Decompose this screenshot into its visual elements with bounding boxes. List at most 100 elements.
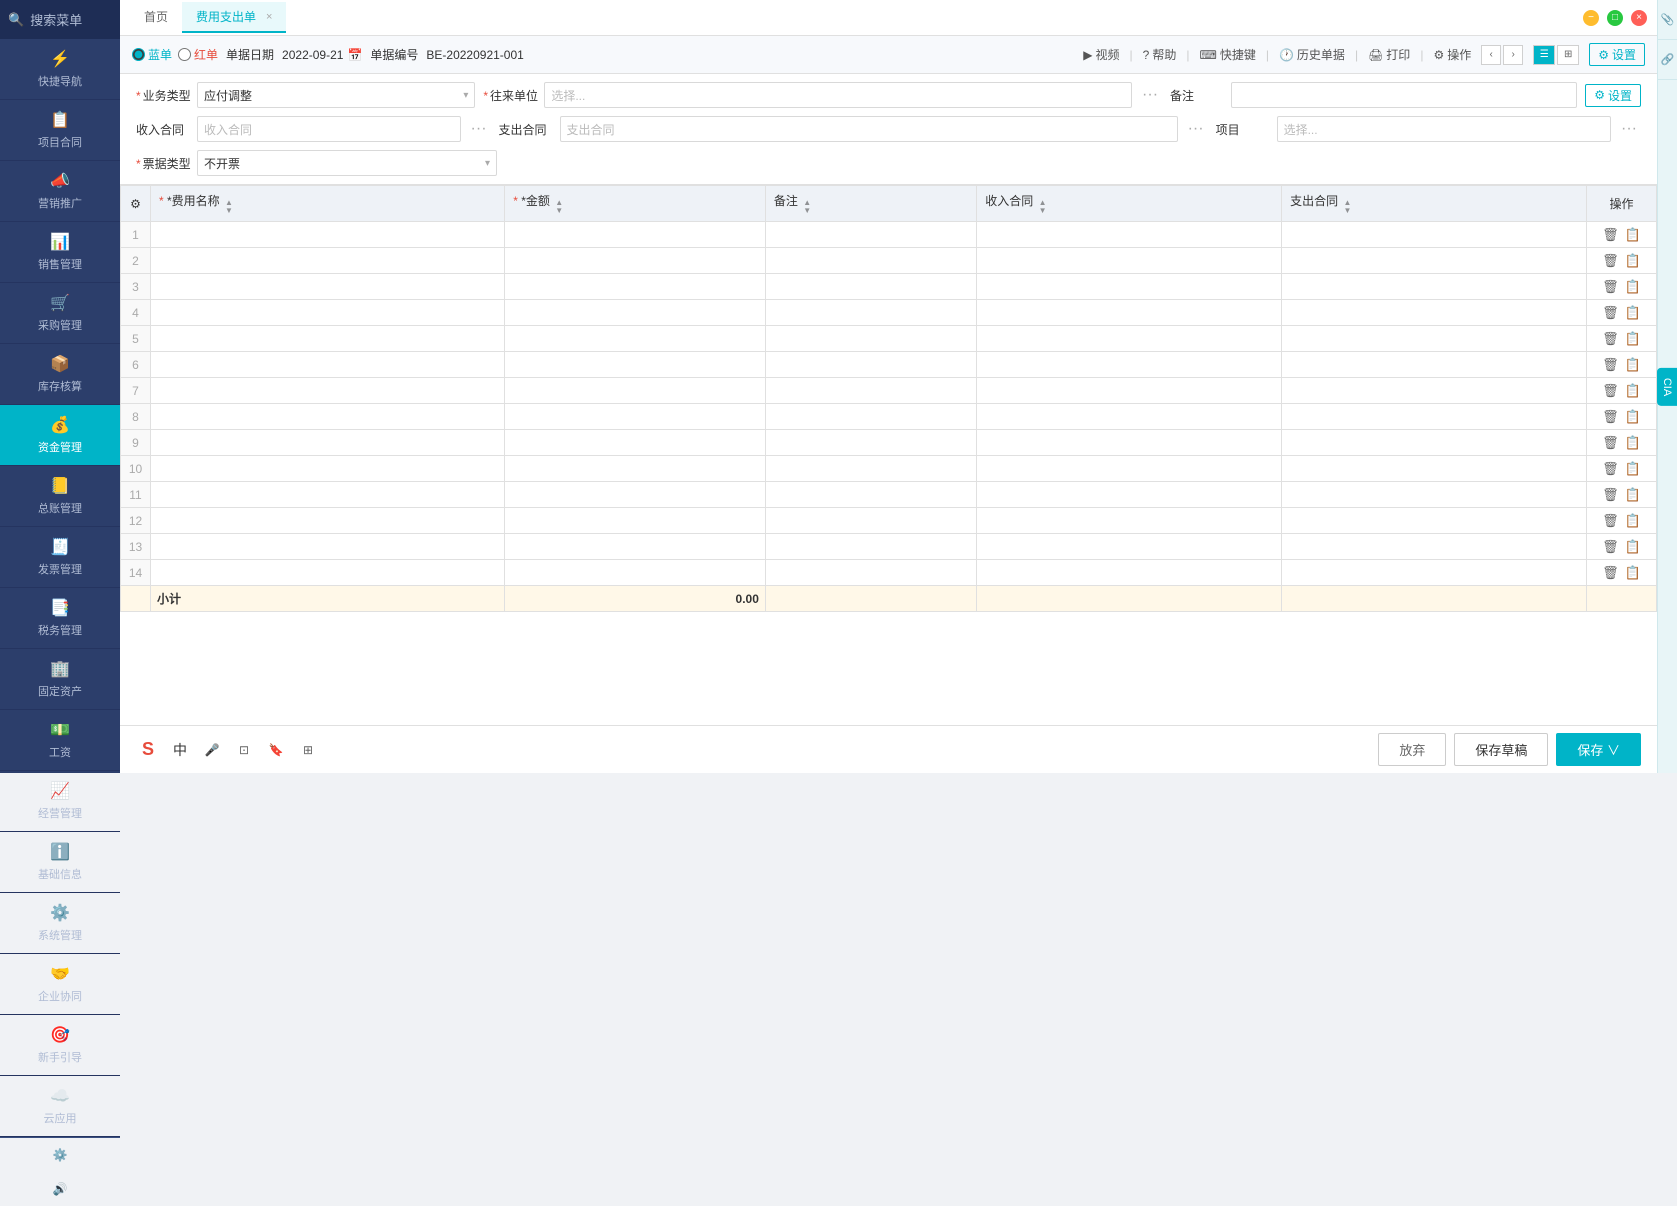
amount-cell[interactable]	[505, 326, 766, 352]
copy-icon[interactable]: 📋	[1625, 513, 1641, 529]
business-type-input[interactable]: 应付调整 ▾	[197, 82, 475, 108]
expense-contract-cell[interactable]	[1282, 378, 1587, 404]
brand-zhong-icon[interactable]: 中	[168, 738, 192, 762]
nav-next-button[interactable]: ›	[1503, 45, 1523, 65]
expense-name-cell[interactable]	[151, 534, 505, 560]
copy-icon[interactable]: 📋	[1625, 409, 1641, 425]
expense-name-cell[interactable]	[151, 326, 505, 352]
amount-cell[interactable]	[505, 482, 766, 508]
copy-icon[interactable]: 📋	[1625, 331, 1641, 347]
amount-cell[interactable]	[505, 378, 766, 404]
remark-cell[interactable]	[765, 222, 976, 248]
remark-cell[interactable]	[765, 560, 976, 586]
expense-contract-more-icon[interactable]: ···	[1184, 120, 1208, 138]
expense-contract-cell[interactable]	[1282, 482, 1587, 508]
brand-mic-icon[interactable]: 🎤	[200, 738, 224, 762]
amount-cell[interactable]	[505, 560, 766, 586]
expense-contract-cell[interactable]	[1282, 404, 1587, 430]
delete-icon[interactable]: 🗑	[1602, 253, 1619, 269]
expense-contract-cell[interactable]	[1282, 430, 1587, 456]
expense-contract-cell[interactable]	[1282, 300, 1587, 326]
remark-cell[interactable]	[765, 534, 976, 560]
income-contract-cell[interactable]	[977, 326, 1282, 352]
income-contract-cell[interactable]	[977, 248, 1282, 274]
expense-name-cell[interactable]	[151, 378, 505, 404]
delete-icon[interactable]: 🗑	[1602, 383, 1619, 399]
expense-name-cell[interactable]	[151, 352, 505, 378]
window-close-button[interactable]: ×	[1631, 10, 1647, 26]
sidebar-bottom-settings[interactable]: ⚙️	[0, 1138, 120, 1172]
delete-icon[interactable]: 🗑	[1602, 357, 1619, 373]
print-button[interactable]: 🖨 打印	[1368, 46, 1410, 63]
floating-tab[interactable]: CIA	[1657, 367, 1677, 405]
remark-cell[interactable]	[765, 482, 976, 508]
sidebar-item-project-contract[interactable]: 📋项目合同	[0, 100, 120, 161]
amount-cell[interactable]	[505, 508, 766, 534]
income-contract-cell[interactable]	[977, 300, 1282, 326]
sidebar-bottom-speaker[interactable]: 🔊	[0, 1172, 120, 1206]
amount-cell[interactable]	[505, 534, 766, 560]
sidebar-item-purchase[interactable]: 🛒采购管理	[0, 283, 120, 344]
income-contract-cell[interactable]	[977, 456, 1282, 482]
income-contract-input[interactable]: 收入合同	[197, 116, 461, 142]
copy-icon[interactable]: 📋	[1625, 565, 1641, 581]
expense-name-cell[interactable]	[151, 456, 505, 482]
delete-icon[interactable]: 🗑	[1602, 565, 1619, 581]
tab-close-icon[interactable]: ×	[266, 11, 272, 23]
sidebar-item-inventory[interactable]: 📦库存核算	[0, 344, 120, 405]
expense-name-cell[interactable]	[151, 560, 505, 586]
right-panel-link[interactable]: 🔗	[1658, 40, 1677, 80]
expense-name-cell[interactable]	[151, 482, 505, 508]
copy-icon[interactable]: 📋	[1625, 279, 1641, 295]
expense-contract-cell[interactable]	[1282, 248, 1587, 274]
income-contract-cell[interactable]	[977, 352, 1282, 378]
shortcuts-button[interactable]: ⌨ 快捷键	[1200, 46, 1256, 63]
amount-cell[interactable]	[505, 248, 766, 274]
sort-expense-name-icon[interactable]: ▲▼	[225, 199, 233, 215]
copy-icon[interactable]: 📋	[1625, 227, 1641, 243]
expense-contract-cell[interactable]	[1282, 560, 1587, 586]
expense-contract-cell[interactable]	[1282, 352, 1587, 378]
remark-cell[interactable]	[765, 352, 976, 378]
window-maximize-button[interactable]: □	[1607, 10, 1623, 26]
brand-screen-icon[interactable]: ⊡	[232, 738, 256, 762]
sidebar-item-marketing[interactable]: 📣营销推广	[0, 161, 120, 222]
sidebar-item-tax[interactable]: 📑税务管理	[0, 588, 120, 649]
income-contract-cell[interactable]	[977, 534, 1282, 560]
delete-icon[interactable]: 🗑	[1602, 331, 1619, 347]
amount-cell[interactable]	[505, 456, 766, 482]
remark-cell[interactable]	[765, 248, 976, 274]
income-contract-cell[interactable]	[977, 222, 1282, 248]
delete-icon[interactable]: 🗑	[1602, 487, 1619, 503]
delete-icon[interactable]: 🗑	[1602, 227, 1619, 243]
sidebar-item-invoice[interactable]: 🧾发票管理	[0, 527, 120, 588]
invoice-type-input[interactable]: 不开票 ▾	[197, 150, 497, 176]
history-button[interactable]: 🕐 历史单据	[1279, 46, 1345, 63]
expense-contract-cell[interactable]	[1282, 456, 1587, 482]
income-contract-cell[interactable]	[977, 560, 1282, 586]
income-contract-cell[interactable]	[977, 430, 1282, 456]
partner-input[interactable]: 选择...	[544, 82, 1132, 108]
sort-expense-contract-icon[interactable]: ▲▼	[1343, 199, 1351, 215]
copy-icon[interactable]: 📋	[1625, 305, 1641, 321]
expense-contract-cell[interactable]	[1282, 508, 1587, 534]
expense-contract-input[interactable]: 支出合同	[560, 116, 1178, 142]
brand-bookmark-icon[interactable]: 🔖	[264, 738, 288, 762]
brand-s-icon[interactable]: S	[136, 738, 160, 762]
sidebar-item-basic-info[interactable]: ℹ️基础信息	[0, 832, 120, 893]
remark-cell[interactable]	[765, 378, 976, 404]
expense-name-cell[interactable]	[151, 404, 505, 430]
income-contract-cell[interactable]	[977, 378, 1282, 404]
view-grid-button[interactable]: ⊞	[1557, 45, 1579, 65]
amount-cell[interactable]	[505, 404, 766, 430]
delete-icon[interactable]: 🗑	[1602, 539, 1619, 555]
settings-button[interactable]: ⚙ 设置	[1589, 43, 1645, 66]
save-button[interactable]: 保存 ∨	[1556, 733, 1641, 766]
sidebar-item-fixed-assets[interactable]: 🏢固定资产	[0, 649, 120, 710]
amount-cell[interactable]	[505, 300, 766, 326]
income-contract-cell[interactable]	[977, 274, 1282, 300]
expense-name-cell[interactable]	[151, 508, 505, 534]
project-input[interactable]: 选择...	[1277, 116, 1611, 142]
help-button[interactable]: ? 帮助	[1143, 46, 1177, 63]
sidebar-item-ops[interactable]: 📈经营管理	[0, 771, 120, 832]
